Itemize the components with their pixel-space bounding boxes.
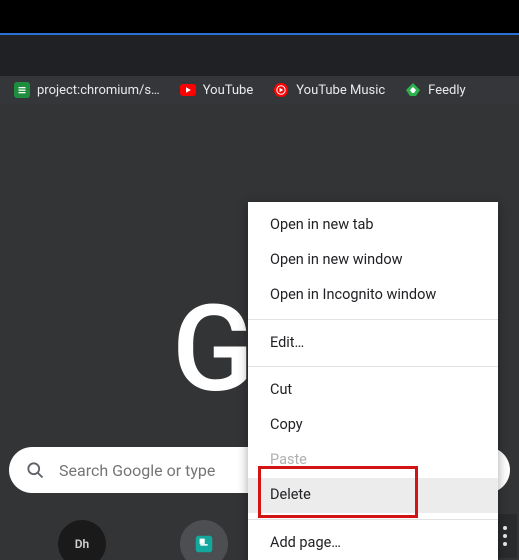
bookmark-item-project[interactable]: project:chromium/s… [6,79,168,101]
context-menu-item-copy[interactable]: Copy [248,408,498,443]
shortcut-tile-2[interactable] [180,520,228,560]
feedly-icon [405,82,421,98]
bookmarks-bar: project:chromium/s… YouTube YouTube Musi… [0,76,519,104]
new-tab-page: G Dh Open in new tabOpen in new windowOp… [0,104,519,560]
context-menu-separator [248,519,498,520]
window-top-blank [0,0,519,33]
bookmark-label: YouTube Music [296,83,385,98]
bookmark-label: project:chromium/s… [37,83,160,98]
shortcut-icon [193,533,215,555]
bookmark-label: YouTube [203,83,254,98]
bookmark-context-menu: Open in new tabOpen in new windowOpen in… [248,202,498,560]
search-icon [25,460,45,480]
context-menu-item-cut[interactable]: Cut [248,373,498,408]
context-menu-item-open-in-new-tab[interactable]: Open in new tab [248,208,498,243]
context-menu-item-edit[interactable]: Edit… [248,326,498,361]
context-menu-item-open-in-new-window[interactable]: Open in new window [248,243,498,278]
bookmark-item-youtube[interactable]: YouTube [172,79,262,101]
tab-strip [0,35,519,76]
google-logo-letter: G [172,290,254,410]
context-menu-item-open-in-incognito-window[interactable]: Open in Incognito window [248,278,498,313]
bookmark-item-youtube-music[interactable]: YouTube Music [265,79,393,101]
bookmark-label: Feedly [428,83,465,98]
context-menu-item-add-page[interactable]: Add page… [248,526,498,560]
context-menu-item-paste: Paste [248,443,498,478]
youtube-icon [180,82,196,98]
context-menu-separator [248,366,498,367]
youtube-music-icon [273,82,289,98]
context-menu-separator [248,319,498,320]
sheets-icon [14,82,30,98]
shortcut-icon: Dh [75,537,90,551]
shortcut-tile-1[interactable]: Dh [58,520,106,560]
bookmark-item-feedly[interactable]: Feedly [397,79,473,101]
context-menu-item-delete[interactable]: Delete [248,478,498,513]
